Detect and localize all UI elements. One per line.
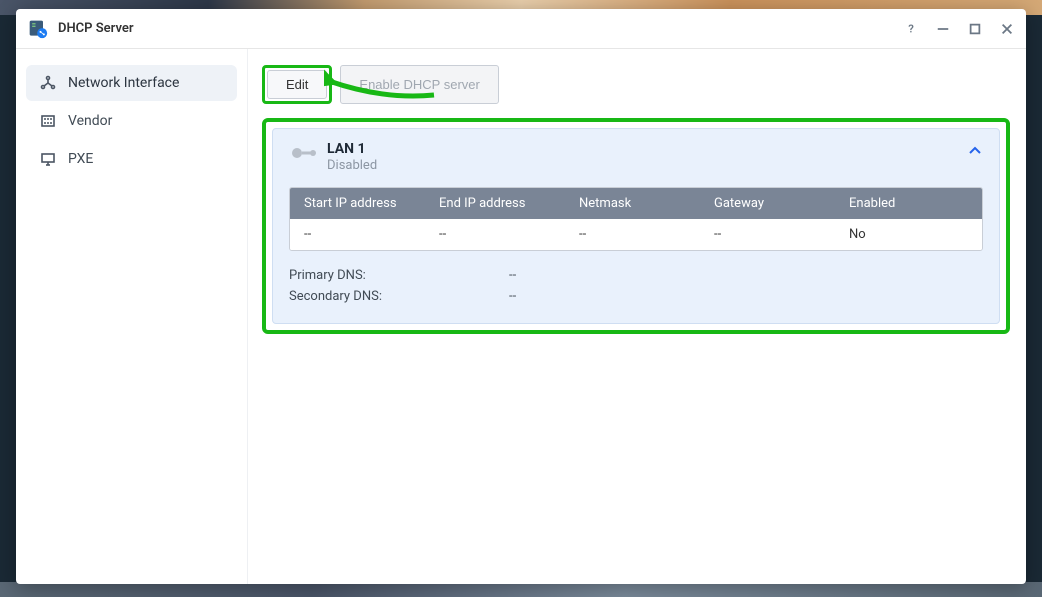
window-title: DHCP Server [58, 21, 904, 36]
close-icon[interactable] [1000, 22, 1014, 36]
cell-netmask: -- [579, 227, 714, 242]
annotation-edit-highlight: Edit [262, 65, 332, 104]
primary-dns-label: Primary DNS: [289, 268, 509, 283]
secondary-dns-label: Secondary DNS: [289, 289, 509, 304]
sidebar-item-network-interface[interactable]: Network Interface [26, 65, 237, 101]
cell-start-ip: -- [304, 227, 439, 242]
app-icon [28, 19, 48, 39]
cell-end-ip: -- [439, 227, 579, 242]
interface-panel-header: LAN 1 Disabled [289, 141, 983, 173]
annotation-panel-highlight: LAN 1 Disabled Start IP address End IP a… [262, 118, 1010, 334]
primary-dns-value: -- [509, 268, 516, 283]
col-header-start-ip: Start IP address [304, 196, 439, 211]
cell-enabled: No [849, 227, 968, 242]
col-header-end-ip: End IP address [439, 196, 579, 211]
secondary-dns-value: -- [509, 289, 516, 304]
edit-button[interactable]: Edit [267, 70, 327, 99]
toolbar: Edit Enable DHCP server [262, 65, 1010, 104]
sidebar-item-vendor[interactable]: Vendor [26, 103, 237, 139]
table-header-row: Start IP address End IP address Netmask … [290, 188, 982, 219]
main-panel: Edit Enable DHCP server [248, 49, 1026, 584]
sidebar: Network Interface Vendor [16, 49, 248, 584]
vendor-icon [40, 113, 56, 129]
svg-text:?: ? [908, 22, 914, 36]
enable-dhcp-button[interactable]: Enable DHCP server [340, 65, 498, 104]
sidebar-item-label: Network Interface [68, 75, 179, 91]
secondary-dns-row: Secondary DNS: -- [289, 286, 983, 307]
window-controls: ? [904, 22, 1014, 36]
dhcp-server-window: DHCP Server ? [16, 9, 1026, 584]
desktop-background-bottom [0, 582, 1042, 597]
network-interface-icon [40, 75, 56, 91]
interface-panel[interactable]: LAN 1 Disabled Start IP address End IP a… [272, 128, 1000, 324]
sidebar-item-label: PXE [68, 151, 93, 167]
titlebar: DHCP Server ? [16, 9, 1026, 49]
col-header-gateway: Gateway [714, 196, 849, 211]
interface-status: Disabled [327, 158, 967, 173]
help-icon[interactable]: ? [904, 22, 918, 36]
col-header-enabled: Enabled [849, 196, 968, 211]
dns-block: Primary DNS: -- Secondary DNS: -- [289, 265, 983, 307]
interface-name: LAN 1 [327, 141, 967, 157]
table-row[interactable]: -- -- -- -- No [290, 219, 982, 250]
sidebar-item-pxe[interactable]: PXE [26, 141, 237, 177]
cell-gateway: -- [714, 227, 849, 242]
col-header-netmask: Netmask [579, 196, 714, 211]
sidebar-item-label: Vendor [68, 113, 112, 129]
chevron-up-icon[interactable] [967, 143, 983, 159]
interface-toggle-icon [289, 143, 321, 163]
primary-dns-row: Primary DNS: -- [289, 265, 983, 286]
maximize-icon[interactable] [968, 22, 982, 36]
minimize-icon[interactable] [936, 22, 950, 36]
ip-range-table: Start IP address End IP address Netmask … [289, 187, 983, 251]
pxe-icon [40, 151, 56, 167]
